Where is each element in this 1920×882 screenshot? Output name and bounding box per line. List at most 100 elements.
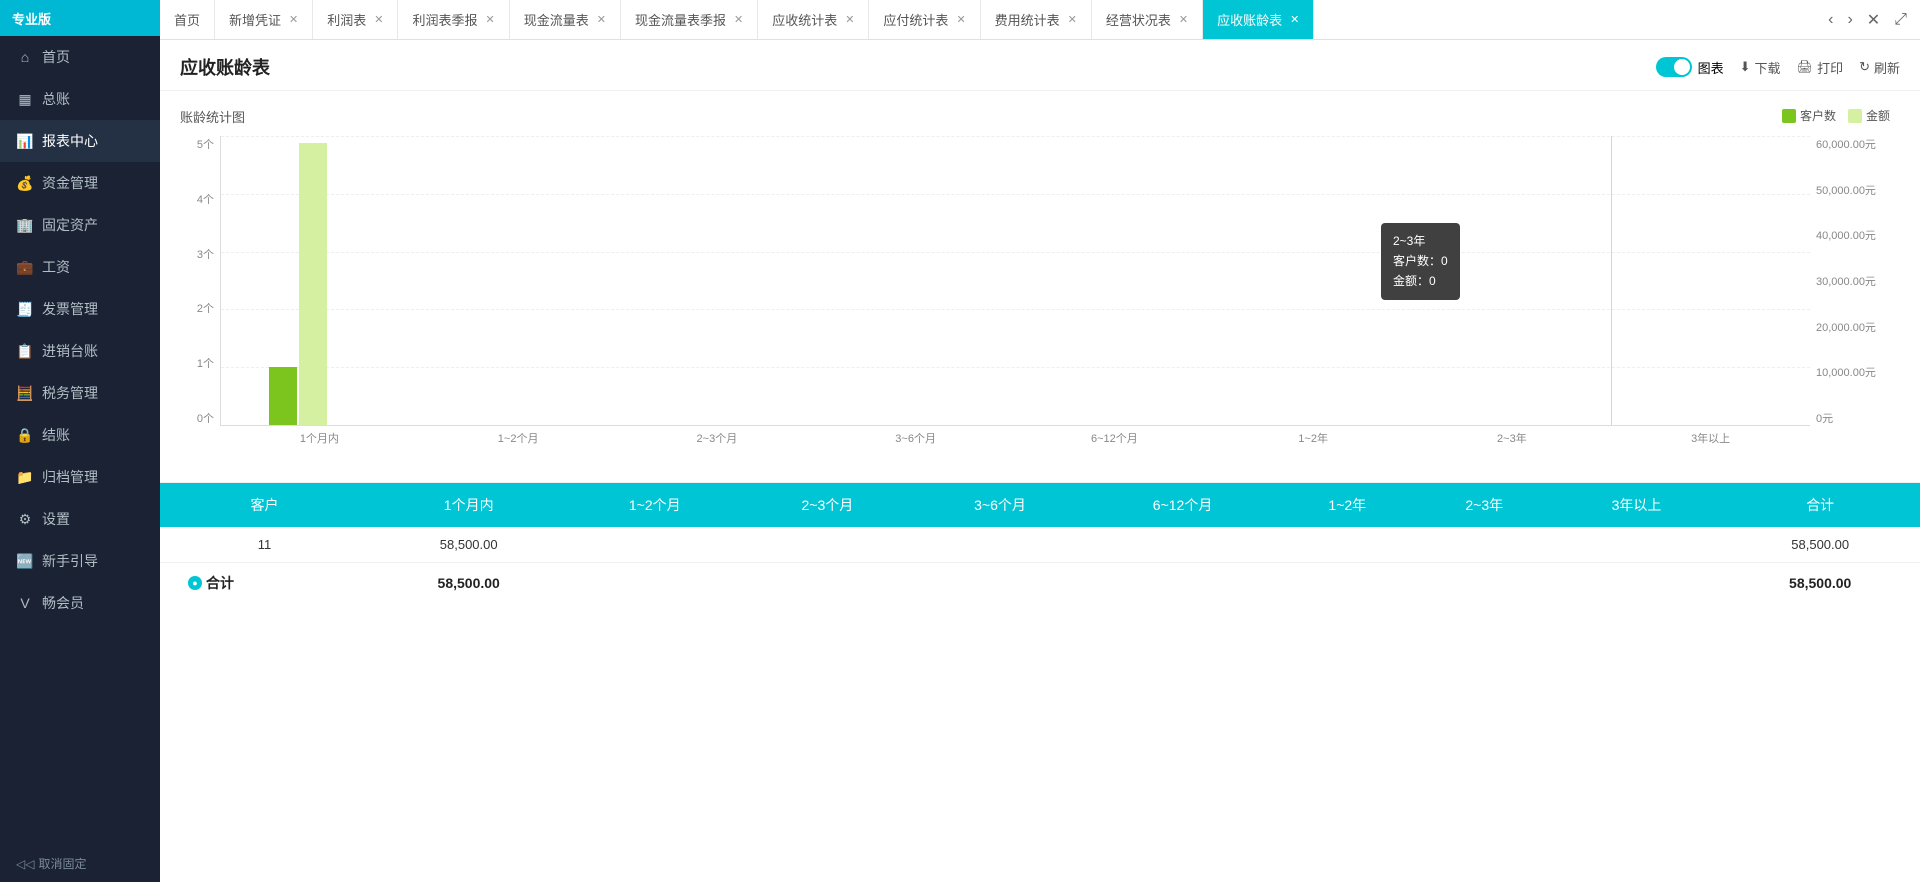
tab-controls: ‹ › ✕ ⤢: [1815, 8, 1920, 32]
tab-profit-quarter-label: 利润表季报: [412, 10, 477, 29]
tab-aging-label: 应收账龄表: [1217, 10, 1282, 29]
tab-profit-close[interactable]: ✕: [374, 13, 383, 26]
member-icon: V: [16, 594, 34, 612]
sidebar-item-invoice[interactable]: 🧾 发票管理: [0, 288, 160, 330]
footer-month1: 58,500.00: [369, 563, 569, 604]
sidebar-item-fund[interactable]: 💰 资金管理: [0, 162, 160, 204]
tab-business-stat-close[interactable]: ✕: [1179, 13, 1188, 26]
sidebar-item-home[interactable]: ⌂ 首页: [0, 36, 160, 78]
tab-expense-stat-label: 费用统计表: [995, 10, 1060, 29]
tab-aging-close[interactable]: ✕: [1290, 13, 1299, 26]
sidebar-label-home: 首页: [42, 47, 70, 67]
tab-cashflow-close[interactable]: ✕: [597, 13, 606, 26]
chart-toggle[interactable]: [1656, 57, 1692, 77]
col-header-customer: 客户: [160, 483, 369, 527]
tab-payable-stat-close[interactable]: ✕: [956, 13, 965, 26]
tab-profit[interactable]: 利润表 ✕: [313, 0, 398, 40]
chart-plot: 2~3年 客户数：0 金额：0: [220, 136, 1810, 426]
sidebar-item-sales-ledger[interactable]: 📋 进销台账: [0, 330, 160, 372]
sidebar-item-settings[interactable]: ⚙ 设置: [0, 498, 160, 540]
sidebar-item-fixed-assets[interactable]: 🏢 固定资产: [0, 204, 160, 246]
tab-profit-quarter[interactable]: 利润表季报 ✕: [398, 0, 509, 40]
tab-prev-button[interactable]: ‹: [1823, 9, 1838, 31]
total-icon: ●: [188, 576, 202, 590]
tab-new-voucher-close[interactable]: ✕: [289, 13, 298, 26]
tooltip-customer: 客户数：0: [1393, 251, 1448, 271]
tab-close-all-button[interactable]: ✕: [1862, 8, 1885, 32]
sidebar-label-member: 畅会员: [42, 593, 84, 613]
chart-inner: 5个 4个 3个 2个 1个 0个: [180, 136, 1900, 426]
chart-area: 账龄统计图 客户数 金额 5个 4个 3个: [160, 91, 1920, 483]
tab-next-button[interactable]: ›: [1842, 9, 1857, 31]
col-header-month612: 6~12个月: [1086, 483, 1279, 527]
legend-customer-label: 客户数: [1800, 107, 1836, 124]
tab-profit-quarter-close[interactable]: ✕: [486, 13, 495, 26]
download-button[interactable]: ⬇ 下载: [1740, 58, 1781, 77]
tab-profit-label: 利润表: [327, 10, 366, 29]
main-area: 首页 新增凭证 ✕ 利润表 ✕ 利润表季报 ✕ 现金流量表 ✕ 现金流量表季报 …: [160, 0, 1920, 882]
y-right-40k: 40,000.00元: [1816, 227, 1876, 243]
y-left-3: 3个: [197, 246, 214, 262]
header-actions: 图表 ⬇ 下载 🖨 打印 ↻ 刷新: [1656, 57, 1900, 77]
y-left-0: 0个: [197, 410, 214, 426]
tab-expense-stat-close[interactable]: ✕: [1068, 13, 1077, 26]
tab-receivable-stat[interactable]: 应收统计表 ✕: [758, 0, 869, 40]
tab-cashflow[interactable]: 现金流量表 ✕: [510, 0, 621, 40]
sidebar-item-archive[interactable]: 📁 归档管理: [0, 456, 160, 498]
col-header-total: 合计: [1720, 483, 1920, 527]
print-label: 打印: [1817, 58, 1843, 77]
sidebar-label-invoice: 发票管理: [42, 299, 98, 319]
x-label-3: 3~6个月: [816, 426, 1015, 446]
sidebar-item-member[interactable]: V 畅会员: [0, 582, 160, 624]
refresh-icon: ↻: [1859, 59, 1870, 75]
sidebar-item-report[interactable]: 📊 报表中心: [0, 120, 160, 162]
sidebar-label-archive: 归档管理: [42, 467, 98, 487]
tab-receivable-stat-close[interactable]: ✕: [845, 13, 854, 26]
footer-total: 58,500.00: [1720, 563, 1920, 604]
sidebar-label-ledger: 总账: [42, 89, 70, 109]
page-title: 应收账龄表: [180, 54, 270, 80]
sales-ledger-icon: 📋: [16, 342, 34, 360]
tab-cashflow-label: 现金流量表: [524, 10, 589, 29]
footer-month12: [568, 563, 741, 604]
tab-home[interactable]: 首页: [160, 0, 215, 40]
chart-title: 账龄统计图: [180, 107, 1900, 126]
footer-year3plus: [1553, 563, 1721, 604]
sidebar-item-checkout[interactable]: 🔒 结账: [0, 414, 160, 456]
cell-month23: [741, 527, 914, 563]
tab-aging[interactable]: 应收账龄表 ✕: [1203, 0, 1314, 40]
sidebar-pin-toggle[interactable]: ◁◁ 取消固定: [0, 845, 160, 882]
tab-new-voucher[interactable]: 新增凭证 ✕: [215, 0, 313, 40]
salary-icon: 💼: [16, 258, 34, 276]
col-header-year3plus: 3年以上: [1553, 483, 1721, 527]
pin-label: 取消固定: [38, 855, 86, 872]
tab-cashflow-quarter-close[interactable]: ✕: [734, 13, 743, 26]
tab-payable-stat[interactable]: 应付统计表 ✕: [869, 0, 980, 40]
footer-label-text: 合计: [206, 573, 234, 593]
app-logo: 专业版: [0, 0, 160, 36]
sidebar-item-ledger[interactable]: ▦ 总账: [0, 78, 160, 120]
tab-expense-stat[interactable]: 费用统计表 ✕: [981, 0, 1092, 40]
download-label: 下载: [1755, 58, 1781, 77]
sidebar-item-tax[interactable]: 🧮 税务管理: [0, 372, 160, 414]
checkout-icon: 🔒: [16, 426, 34, 444]
x-label-5: 1~2年: [1214, 426, 1413, 446]
refresh-button[interactable]: ↻ 刷新: [1859, 58, 1900, 77]
tab-expand-button[interactable]: ⤢: [1889, 9, 1912, 31]
x-axis: 1个月内 1~2个月 2~3个月 3~6个月 6~12个月 1~2年 2~3年 …: [220, 426, 1810, 446]
bar-amount-0: [299, 143, 327, 425]
sidebar-item-guide[interactable]: 🆕 新手引导: [0, 540, 160, 582]
hover-vertical-line: [1611, 136, 1612, 425]
print-button[interactable]: 🖨 打印: [1797, 58, 1844, 77]
sidebar-label-sales-ledger: 进销台账: [42, 341, 98, 361]
tab-cashflow-quarter[interactable]: 现金流量表季报 ✕: [621, 0, 758, 40]
x-label-0: 1个月内: [220, 426, 419, 446]
y-right-60k: 60,000.00元: [1816, 136, 1876, 152]
y-right-10k: 10,000.00元: [1816, 364, 1876, 380]
sidebar-item-salary[interactable]: 💼 工资: [0, 246, 160, 288]
y-right-0: 0元: [1816, 410, 1833, 426]
x-label-4: 6~12个月: [1015, 426, 1214, 446]
tab-business-stat[interactable]: 经营状况表 ✕: [1092, 0, 1203, 40]
col-header-month12: 1~2个月: [568, 483, 741, 527]
y-left-4: 4个: [197, 191, 214, 207]
